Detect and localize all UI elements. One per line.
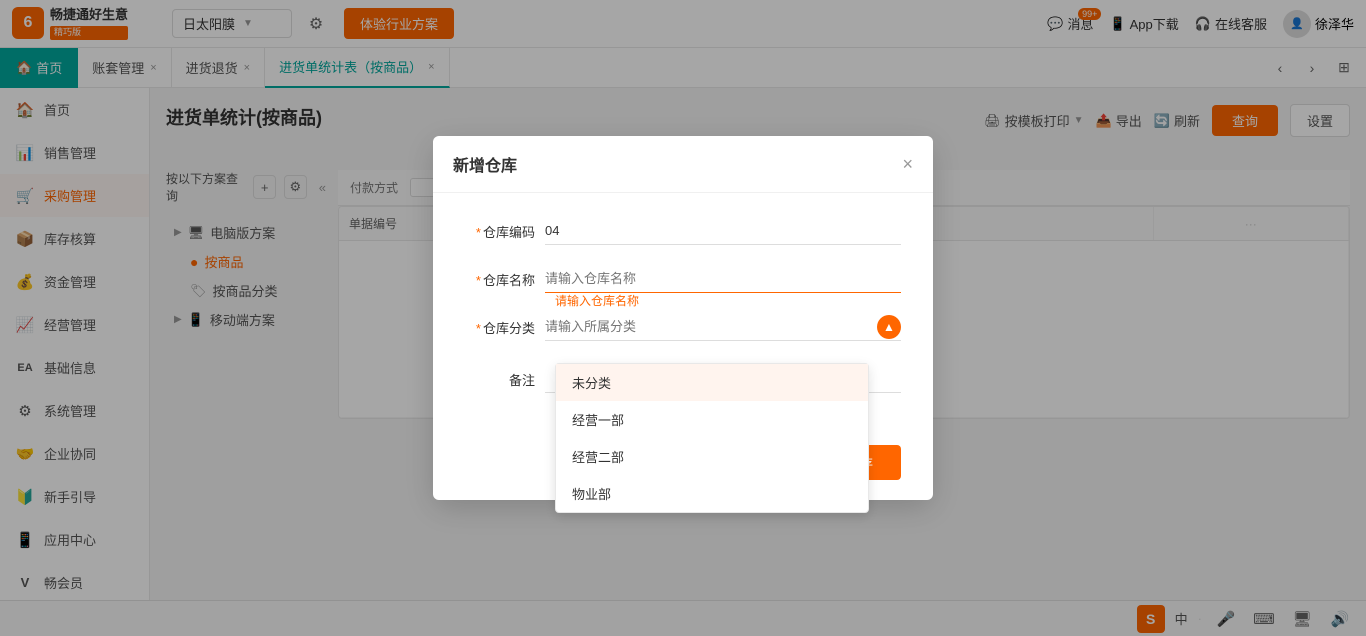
warehouse-code-row: *仓库编码 <box>465 217 901 245</box>
notes-label: 备注 <box>465 370 545 389</box>
category-wrapper: ▲ <box>545 313 901 341</box>
warehouse-name-label: *仓库名称 <box>465 270 545 289</box>
modal-header: 新增仓库 × <box>433 136 933 193</box>
modal-add-warehouse: 新增仓库 × *仓库编码 *仓库名称 请输入仓库名称 *仓库分类 ▲ <box>433 136 933 500</box>
modal-body: *仓库编码 *仓库名称 请输入仓库名称 *仓库分类 ▲ 未分类 <box>433 193 933 433</box>
category-option-unclassified[interactable]: 未分类 <box>556 364 868 401</box>
warehouse-name-row: *仓库名称 请输入仓库名称 <box>465 265 901 293</box>
required-star-code: * <box>476 225 481 240</box>
modal-close-button[interactable]: × <box>902 155 913 173</box>
category-option-ops1[interactable]: 经营一部 <box>556 401 868 438</box>
category-input[interactable] <box>545 313 901 341</box>
category-option-property[interactable]: 物业部 <box>556 475 868 512</box>
warehouse-name-error-msg: 请输入仓库名称 <box>555 292 639 309</box>
category-dropdown-list: 未分类 经营一部 经营二部 物业部 <box>555 363 869 513</box>
warehouse-name-input[interactable] <box>545 265 901 293</box>
modal-title: 新增仓库 <box>453 152 517 176</box>
warehouse-code-label: *仓库编码 <box>465 222 545 241</box>
warehouse-code-input[interactable] <box>545 217 901 245</box>
category-option-ops2[interactable]: 经营二部 <box>556 438 868 475</box>
warehouse-category-row: *仓库分类 ▲ 未分类 经营一部 经营二部 物业部 <box>465 313 901 341</box>
category-toggle-button[interactable]: ▲ <box>877 315 901 339</box>
warehouse-category-label: *仓库分类 <box>465 318 545 337</box>
required-star-name: * <box>476 273 481 288</box>
required-star-cat: * <box>476 321 481 336</box>
